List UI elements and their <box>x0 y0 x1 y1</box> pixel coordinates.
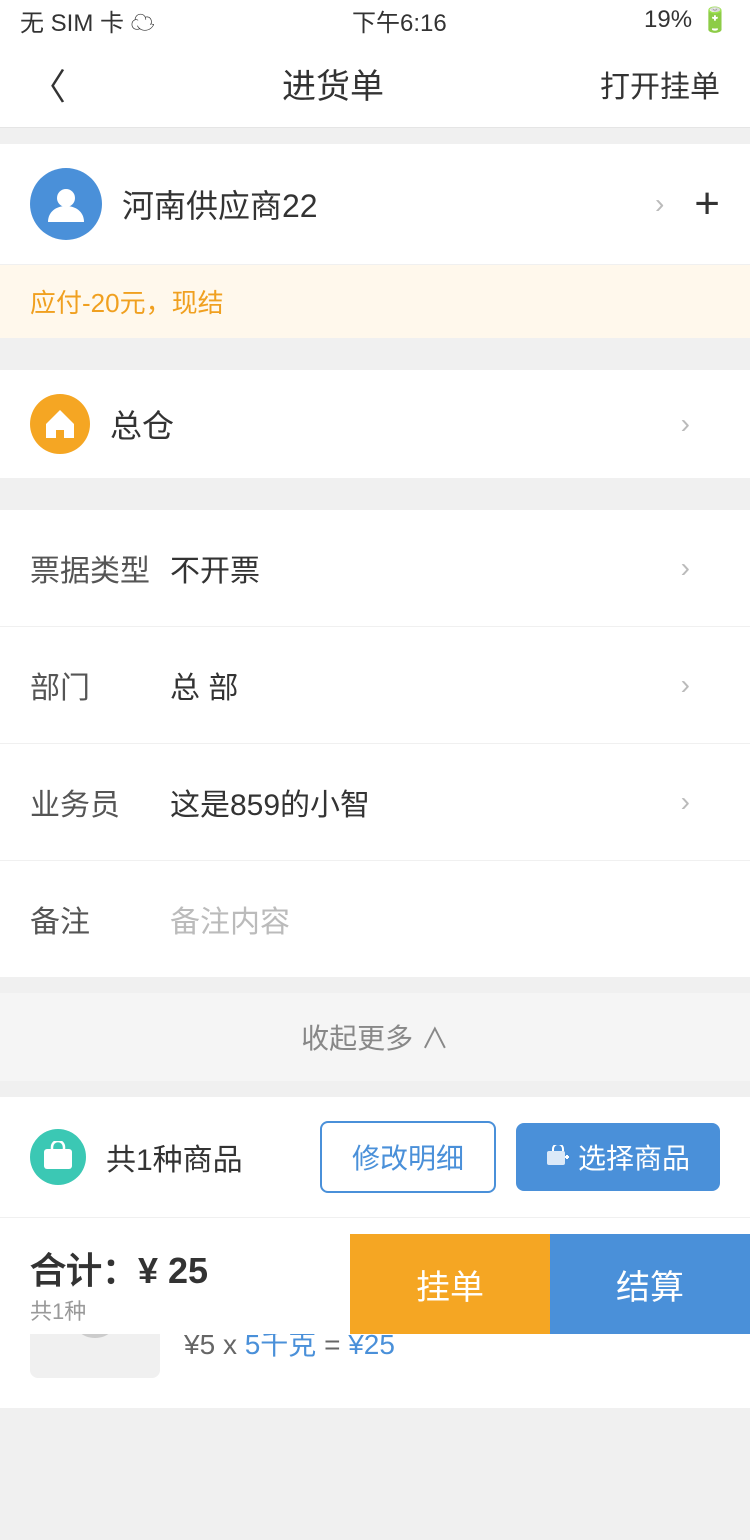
notice-bar: 应付-20元，现结 <box>0 265 750 338</box>
form-section: 票据类型 不开票 › 部门 总 部 › 业务员 这是859的小智 › 备注 备注… <box>0 510 750 977</box>
warehouse-chevron-icon: › <box>681 408 690 440</box>
total-count: 共1种 <box>30 1294 320 1326</box>
bottom-spacer <box>0 1424 750 1540</box>
page-title: 进货单 <box>282 59 384 108</box>
status-bar: 无 SIM 卡 ☁ 下午6:16 19% 🔋 <box>0 0 750 40</box>
product-count-icon <box>30 1129 86 1185</box>
remark-row[interactable]: 备注 备注内容 <box>0 861 750 977</box>
select-product-label: 选择商品 <box>578 1137 690 1177</box>
supplier-row[interactable]: 河南供应商22 › + <box>0 144 750 265</box>
warehouse-name: 总仓 <box>110 401 681 447</box>
user-icon <box>44 182 88 226</box>
salesman-chevron-icon: › <box>681 786 690 818</box>
divider-4 <box>0 1081 750 1097</box>
bottom-bar: 合计：¥ 25 共1种 挂单 结算 <box>0 1234 750 1334</box>
total-section: 合计：¥ 25 共1种 <box>0 1242 350 1326</box>
department-chevron-icon: › <box>681 669 690 701</box>
salesman-value: 这是859的小智 <box>170 780 681 824</box>
divider-3 <box>0 494 750 510</box>
warehouse-icon <box>30 394 90 454</box>
edit-detail-button[interactable]: 修改明细 <box>320 1121 496 1193</box>
select-product-button[interactable]: 选择商品 <box>516 1123 720 1191</box>
divider-2 <box>0 354 750 370</box>
battery-status: 19% <box>644 6 692 34</box>
invoice-row[interactable]: 票据类型 不开票 › <box>0 510 750 627</box>
total-value: ¥ 25 <box>138 1250 208 1291</box>
department-label: 部门 <box>30 663 170 707</box>
battery-icon: 🔋 <box>700 6 730 35</box>
salesman-label: 业务员 <box>30 780 170 824</box>
status-time: 下午6:16 <box>352 3 447 38</box>
collapse-bar[interactable]: 收起更多 ∧ <box>0 993 750 1081</box>
supplier-chevron-icon: › <box>655 188 664 220</box>
hang-button[interactable]: 挂单 <box>350 1234 550 1334</box>
invoice-chevron-icon: › <box>681 552 690 584</box>
total-amount: 合计：¥ 25 <box>30 1242 320 1294</box>
invoice-value: 不开票 <box>170 546 681 590</box>
back-button[interactable]: 〈 <box>30 58 66 110</box>
select-cart-icon <box>546 1145 570 1169</box>
warehouse-section: 总仓 › <box>0 370 750 478</box>
department-row[interactable]: 部门 总 部 › <box>0 627 750 744</box>
status-left: 无 SIM 卡 ☁ <box>20 3 155 38</box>
status-right: 19% 🔋 <box>644 6 730 35</box>
cart-icon <box>42 1141 74 1173</box>
total-label: 合计： <box>30 1250 138 1291</box>
warehouse-row[interactable]: 总仓 › <box>0 370 750 478</box>
supplier-avatar <box>30 168 102 240</box>
supplier-name: 河南供应商22 <box>122 181 655 227</box>
checkout-button[interactable]: 结算 <box>550 1234 750 1334</box>
salesman-row[interactable]: 业务员 这是859的小智 › <box>0 744 750 861</box>
remark-label: 备注 <box>30 897 170 941</box>
nav-bar: 〈 进货单 打开挂单 <box>0 40 750 128</box>
product-header: 共1种商品 修改明细 选择商品 <box>0 1097 750 1218</box>
house-icon <box>42 406 78 442</box>
invoice-label: 票据类型 <box>30 546 170 590</box>
supplier-section: 河南供应商22 › + 应付-20元，现结 <box>0 144 750 338</box>
department-value: 总 部 <box>170 663 681 707</box>
sim-status: 无 SIM 卡 ☁ <box>20 3 155 38</box>
open-hang-button[interactable]: 打开挂单 <box>600 62 720 106</box>
add-button[interactable]: + <box>694 182 720 226</box>
product-count-text: 共1种商品 <box>106 1135 320 1179</box>
divider-1 <box>0 128 750 144</box>
remark-input[interactable]: 备注内容 <box>170 897 720 941</box>
